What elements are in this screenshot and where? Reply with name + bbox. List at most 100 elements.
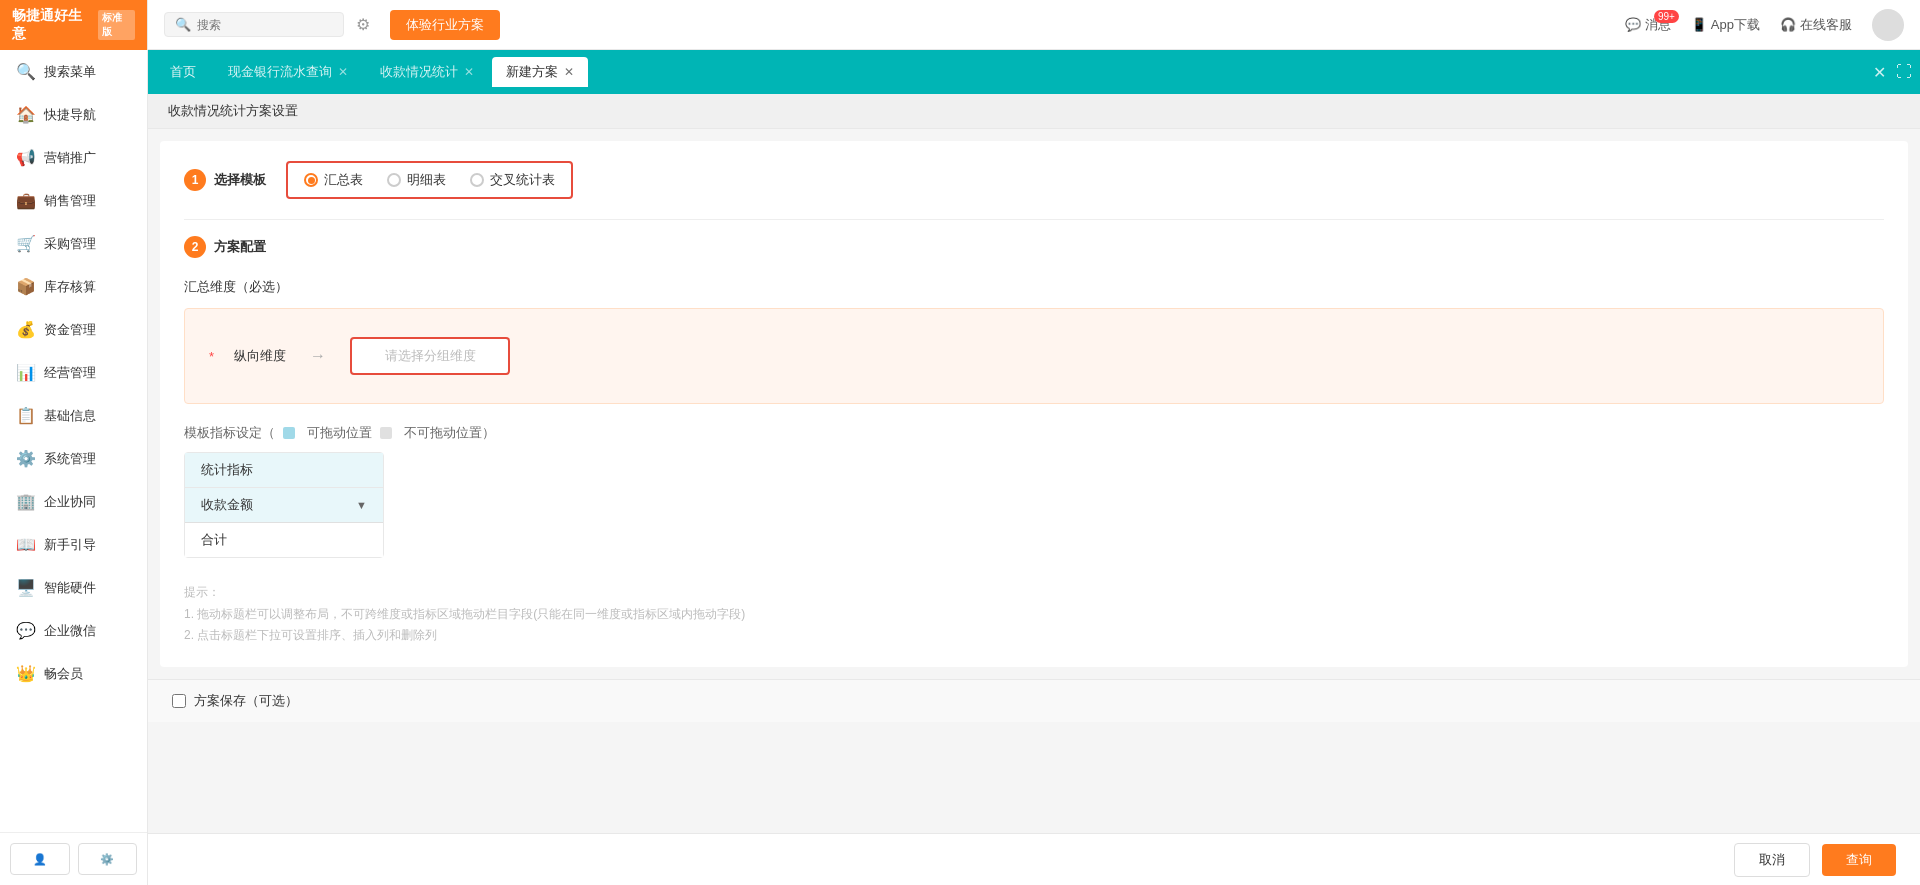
- settings-icon[interactable]: ⚙: [356, 15, 370, 34]
- radio-detail-label: 明细表: [407, 171, 446, 189]
- tabbar-right: ✕ ⛶: [1873, 63, 1912, 82]
- messages-badge: 99+: [1654, 10, 1679, 23]
- trial-button[interactable]: 体验行业方案: [390, 10, 500, 40]
- sidebar-label-8: 基础信息: [44, 407, 96, 425]
- search-input[interactable]: [197, 18, 317, 32]
- step2-label: 方案配置: [214, 238, 266, 256]
- sidebar: 畅捷通好生意 标准版 🔍搜索菜单🏠快捷导航📢营销推广💼销售管理🛒采购管理📦库存核…: [0, 0, 148, 885]
- tab-new-plan[interactable]: 新建方案 ✕: [492, 57, 588, 87]
- sidebar-label-9: 系统管理: [44, 450, 96, 468]
- tab-collection-close[interactable]: ✕: [464, 65, 474, 79]
- step1-badge: 1: [184, 169, 206, 191]
- sidebar-item-2[interactable]: 📢营销推广: [0, 136, 147, 179]
- template-select-box: 汇总表 明细表 交叉统计表: [286, 161, 573, 199]
- metrics-total-label: 合计: [201, 532, 227, 547]
- radio-cross[interactable]: 交叉统计表: [470, 171, 555, 189]
- sidebar-item-3[interactable]: 💼销售管理: [0, 179, 147, 222]
- main-area: 🔍 ⚙ 体验行业方案 💬 消息 99+ 📱 App下载 🎧 在线客服 首页: [148, 0, 1920, 885]
- cancel-button[interactable]: 取消: [1734, 843, 1810, 877]
- sidebar-label-13: 企业微信: [44, 622, 96, 640]
- metrics-column-row[interactable]: 收款金额 ▼: [185, 488, 383, 523]
- sidebar-icon-0: 🔍: [16, 62, 36, 81]
- dimension-placeholder: 请选择分组维度: [385, 348, 476, 363]
- legend-draggable-label: 可拖动位置: [307, 424, 372, 442]
- arrow-icon: →: [310, 347, 326, 365]
- radio-detail[interactable]: 明细表: [387, 171, 446, 189]
- sidebar-item-12[interactable]: 🖥️ 智能硬件: [0, 566, 147, 609]
- sidebar-item-8[interactable]: 📋 基础信息: [0, 394, 147, 437]
- search-icon: 🔍: [175, 17, 191, 32]
- sidebar-icon-3: 💼: [16, 191, 36, 210]
- sidebar-bottom: 👤 ⚙️: [0, 832, 147, 885]
- sidebar-icon-14: 👑: [16, 664, 36, 683]
- sidebar-label-5: 库存核算: [44, 278, 96, 296]
- sidebar-item-6[interactable]: 💰资金管理: [0, 308, 147, 351]
- sidebar-item-1[interactable]: 🏠快捷导航: [0, 93, 147, 136]
- sidebar-bottom-btn-2[interactable]: ⚙️: [78, 843, 138, 875]
- sidebar-item-7[interactable]: 📊经营管理: [0, 351, 147, 394]
- metrics-table: 统计指标 收款金额 ▼ 合计: [184, 452, 384, 558]
- step2-badge: 2: [184, 236, 206, 258]
- sidebar-item-5[interactable]: 📦库存核算: [0, 265, 147, 308]
- metrics-title: 模板指标设定（: [184, 424, 275, 442]
- message-icon: 💬: [1625, 17, 1641, 32]
- tab-cashflow-close[interactable]: ✕: [338, 65, 348, 79]
- tab-collection[interactable]: 收款情况统计 ✕: [366, 57, 488, 87]
- metrics-total-row: 合计: [185, 523, 383, 557]
- template-radio-group: 汇总表 明细表 交叉统计表: [304, 171, 555, 189]
- page-title: 收款情况统计方案设置: [168, 103, 298, 118]
- legend-draggable-dot: [283, 427, 295, 439]
- sidebar-label-4: 采购管理: [44, 235, 96, 253]
- sidebar-icon-12: 🖥️: [16, 578, 36, 597]
- radio-cross-label: 交叉统计表: [490, 171, 555, 189]
- support-icon: 🎧: [1780, 17, 1796, 32]
- step2-row: 2 方案配置: [184, 236, 1884, 258]
- sidebar-item-13[interactable]: 💬企业微信: [0, 609, 147, 652]
- query-button[interactable]: 查询: [1822, 844, 1896, 876]
- metrics-section: 模板指标设定（ 可拖动位置 不可拖动位置） 统计指标 收款金额 ▼: [184, 424, 1884, 558]
- radio-cross-circle: [470, 173, 484, 187]
- sidebar-label-12: 智能硬件: [44, 579, 96, 597]
- tabbar: 首页 现金银行流水查询 ✕ 收款情况统计 ✕ 新建方案 ✕ ✕ ⛶: [148, 50, 1920, 94]
- user-avatar[interactable]: [1872, 9, 1904, 41]
- tab-cashflow[interactable]: 现金银行流水查询 ✕: [214, 57, 362, 87]
- save-checkbox[interactable]: [172, 694, 186, 708]
- sidebar-item-4[interactable]: 🛒采购管理: [0, 222, 147, 265]
- tab-new-plan-close[interactable]: ✕: [564, 65, 574, 79]
- close-window-icon[interactable]: ✕: [1873, 63, 1886, 82]
- sidebar-item-10[interactable]: 🏢企业协同: [0, 480, 147, 523]
- tab-home[interactable]: 首页: [156, 57, 210, 87]
- dimension-selector[interactable]: 请选择分组维度: [350, 337, 510, 375]
- page-header: 收款情况统计方案设置: [148, 94, 1920, 129]
- tips-section: 提示： 1. 拖动标题栏可以调整布局，不可跨维度或指标区域拖动栏目字段(只能在同…: [184, 582, 1884, 647]
- download-btn[interactable]: 📱 App下载: [1691, 16, 1760, 34]
- support-label: 在线客服: [1800, 16, 1852, 34]
- sidebar-bottom-btn-1[interactable]: 👤: [10, 843, 70, 875]
- dimension-title-text: 汇总维度（必选）: [184, 279, 288, 294]
- sidebar-item-9[interactable]: ⚙️系统管理: [0, 437, 147, 480]
- radio-summary-label: 汇总表: [324, 171, 363, 189]
- metrics-column-header: 统计指标: [201, 461, 253, 479]
- save-option: 方案保存（可选）: [148, 679, 1920, 722]
- metrics-table-header[interactable]: 统计指标: [185, 453, 383, 488]
- radio-summary[interactable]: 汇总表: [304, 171, 363, 189]
- sidebar-icon-11: 📖: [16, 535, 36, 554]
- sidebar-label-1: 快捷导航: [44, 106, 96, 124]
- legend-not-draggable-label: 不可拖动位置）: [404, 424, 495, 442]
- sidebar-label-0: 搜索菜单: [44, 63, 96, 81]
- dimension-area: * 纵向维度 → 请选择分组维度: [184, 308, 1884, 404]
- support-btn[interactable]: 🎧 在线客服: [1780, 16, 1852, 34]
- expand-icon[interactable]: ⛶: [1896, 63, 1912, 81]
- logo-text: 畅捷通好生意: [12, 7, 94, 43]
- sidebar-icon-6: 💰: [16, 320, 36, 339]
- section-divider-1: [184, 219, 1884, 220]
- dropdown-arrow-icon: ▼: [356, 499, 367, 511]
- sidebar-item-0[interactable]: 🔍 搜索菜单: [0, 50, 147, 93]
- sidebar-item-11[interactable]: 📖新手引导: [0, 523, 147, 566]
- messages-btn[interactable]: 💬 消息 99+: [1625, 16, 1671, 34]
- sidebar-item-14[interactable]: 👑畅会员: [0, 652, 147, 695]
- dimension-title: 汇总维度（必选）: [184, 278, 1884, 296]
- sidebar-icon-8: 📋: [16, 406, 36, 425]
- tips-title: 提示：: [184, 585, 220, 599]
- tip-item-1: 1. 拖动标题栏可以调整布局，不可跨维度或指标区域拖动栏目字段(只能在同一维度或…: [184, 604, 1884, 626]
